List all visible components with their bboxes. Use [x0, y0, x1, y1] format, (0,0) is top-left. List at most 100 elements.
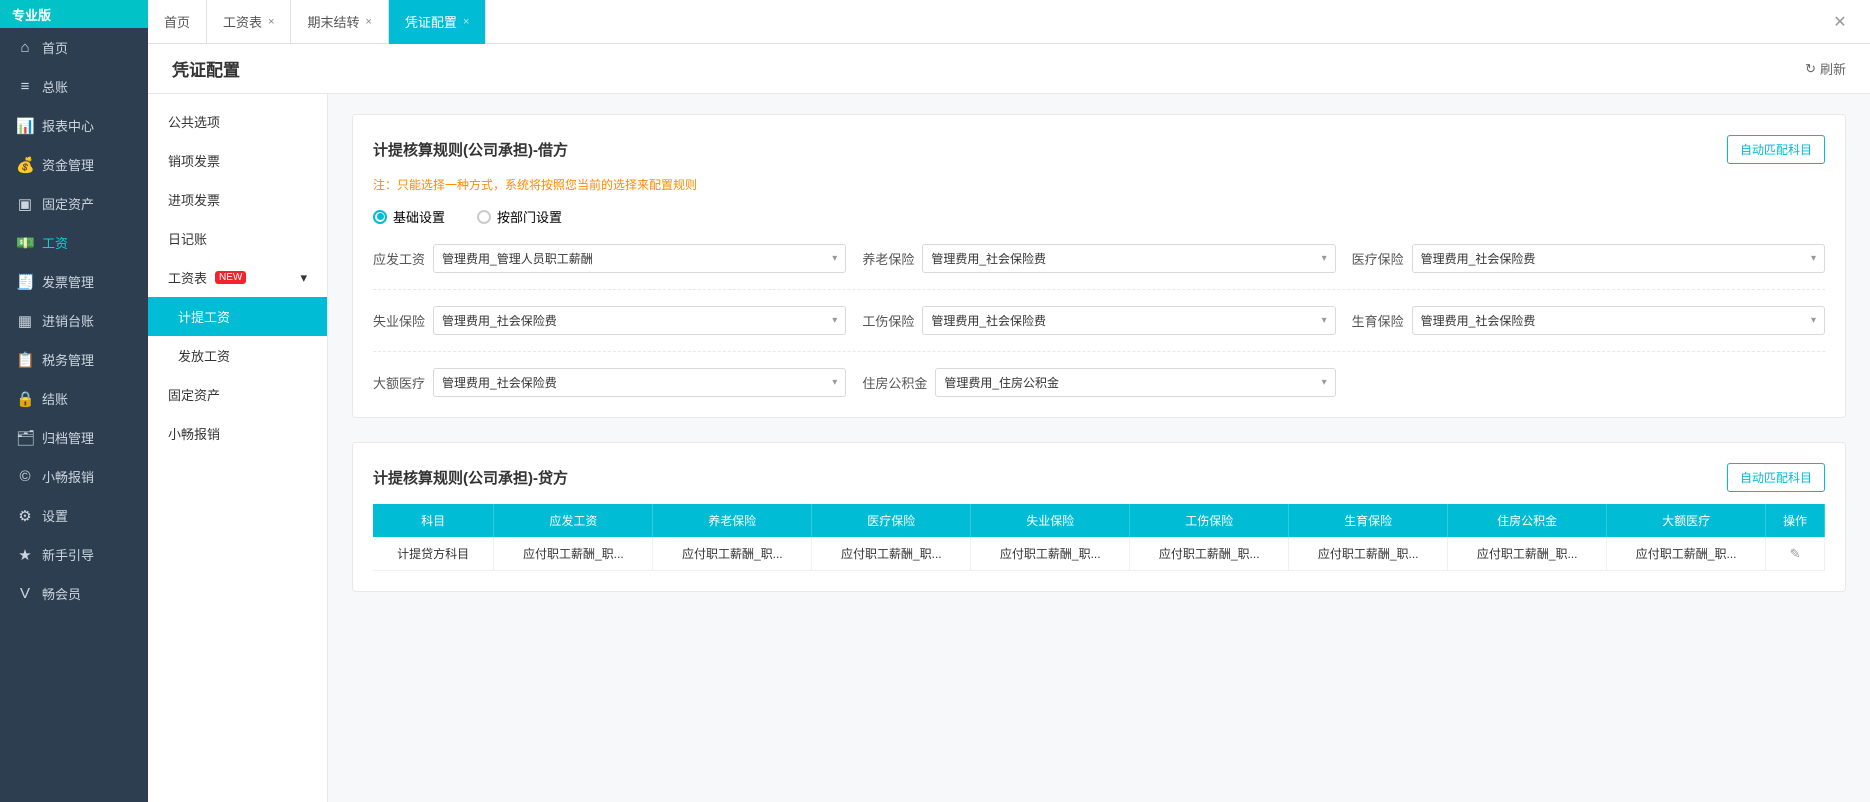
edit-icon[interactable]: ✎	[1790, 546, 1801, 561]
gongjijin-val: 应付职工薪酬_职...	[1477, 547, 1578, 561]
sidebar-item-assets[interactable]: ▣ 固定资产	[0, 184, 148, 223]
sidebar-label-salary: 工资	[42, 233, 68, 252]
assets-icon: ▣	[16, 195, 34, 213]
home-icon: ⌂	[16, 39, 34, 56]
sidebar-item-archive[interactable]: 🗂 归档管理	[0, 418, 148, 457]
sidebar-item-home[interactable]: ⌂ 首页	[0, 28, 148, 67]
form-item-shengyu: 生育保险 管理费用_社会保险费 ▾	[1352, 306, 1825, 335]
nav-label-fixed-assets: 固定资产	[168, 385, 220, 404]
subject-text: 计提贷方科目	[397, 547, 469, 561]
select-shengyu-text: 管理费用_社会保险费	[1421, 312, 1536, 329]
sidebar-label-assets: 固定资产	[42, 194, 94, 213]
radio-dept[interactable]: 按部门设置	[477, 207, 562, 226]
salary-icon: 💵	[16, 234, 34, 252]
nav-item-purchase-invoice[interactable]: 进项发票	[148, 180, 327, 219]
nav-item-sales-invoice[interactable]: 销项发票	[148, 141, 327, 180]
col-yingfa: 应发工资	[494, 504, 653, 537]
sidebar-label-reports: 报表中心	[42, 116, 94, 135]
tab-voucher-config-close[interactable]: ×	[463, 16, 469, 28]
debit-auto-match-button[interactable]: 自动匹配科目	[1727, 135, 1825, 164]
select-yingfa[interactable]: 管理费用_管理人员职工薪酬 ▾	[433, 244, 846, 273]
sidebar-item-guide[interactable]: ★ 新手引导	[0, 535, 148, 574]
yingfa-val: 应付职工薪酬_职...	[523, 547, 624, 561]
yiliao-val: 应付职工薪酬_职...	[841, 547, 942, 561]
select-yanglao-arrow: ▾	[1322, 253, 1327, 264]
xiaochang-icon: ©	[16, 468, 34, 485]
tab-salary-table[interactable]: 工资表 ×	[207, 0, 291, 44]
main-panel: 计提核算规则(公司承担)-借方 自动匹配科目 注：只能选择一种方式，系统将按照您…	[328, 94, 1870, 802]
select-yanglao[interactable]: 管理费用_社会保险费 ▾	[922, 244, 1335, 273]
select-shengyu[interactable]: 管理费用_社会保险费 ▾	[1412, 306, 1825, 335]
tab-bar: 首页 工资表 × 期末结转 × 凭证配置 × ✕	[148, 0, 1870, 44]
nav-item-calc-salary[interactable]: 计提工资	[148, 297, 327, 336]
tab-period-close[interactable]: 期末结转 ×	[291, 0, 388, 44]
nav-item-fixed-assets[interactable]: 固定资产	[148, 375, 327, 414]
nav-item-journal[interactable]: 日记账	[148, 219, 327, 258]
sidebar-label-xiaochang: 小畅报销	[42, 467, 94, 486]
sidebar-item-xiaochang[interactable]: © 小畅报销	[0, 457, 148, 496]
tab-period-close-label: 期末结转	[307, 12, 359, 31]
col-yanglao: 养老保险	[653, 504, 812, 537]
form-item-yingfa: 应发工资 管理费用_管理人员职工薪酬 ▾	[373, 244, 846, 273]
select-shiye-arrow: ▾	[832, 315, 837, 326]
select-shengyu-arrow: ▾	[1811, 315, 1816, 326]
debit-section-header: 计提核算规则(公司承担)-借方 自动匹配科目	[373, 135, 1825, 164]
nav-label-purchase-invoice: 进项发票	[168, 190, 220, 209]
select-daeyiliao[interactable]: 管理费用_社会保险费 ▾	[433, 368, 846, 397]
form-item-yiliao: 医疗保险 管理费用_社会保险费 ▾	[1352, 244, 1825, 273]
sidebar-item-ledger[interactable]: ≡ 总账	[0, 67, 148, 106]
window-close-button[interactable]: ✕	[1826, 8, 1854, 36]
select-gongshang[interactable]: 管理费用_社会保险费 ▾	[922, 306, 1335, 335]
tab-voucher-config[interactable]: 凭证配置 ×	[389, 0, 486, 44]
sidebar-item-invoice[interactable]: 🧾 发票管理	[0, 262, 148, 301]
refresh-button[interactable]: ↻ 刷新	[1805, 59, 1846, 78]
select-shiye[interactable]: 管理费用_社会保险费 ▾	[433, 306, 846, 335]
select-gongjijin[interactable]: 管理费用_住房公积金 ▾	[935, 368, 1335, 397]
debit-section-title: 计提核算规则(公司承担)-借方	[373, 139, 568, 160]
table-header-row: 科目 应发工资 养老保险 医疗保险 失业保险 工伤保险 生育保险 住房公积金 大…	[373, 504, 1825, 537]
nav-item-xiaochangbx[interactable]: 小畅报销	[148, 414, 327, 453]
nav-item-public[interactable]: 公共选项	[148, 102, 327, 141]
guide-icon: ★	[16, 546, 34, 564]
tab-home[interactable]: 首页	[148, 0, 207, 44]
sidebar-item-funds[interactable]: 💰 资金管理	[0, 145, 148, 184]
sidebar-item-settings[interactable]: ⚙ 设置	[0, 496, 148, 535]
nav-label-sales-invoice: 销项发票	[168, 151, 220, 170]
select-shiye-text: 管理费用_社会保险费	[442, 312, 557, 329]
nav-label-xiaochangbx: 小畅报销	[168, 424, 220, 443]
debit-radio-group: 基础设置 按部门设置	[373, 207, 1825, 226]
nav-item-salary-table[interactable]: 工资表 NEW ▾	[148, 258, 327, 297]
table-row: 计提贷方科目 应付职工薪酬_职... 应付职工薪酬_职... 应付职工薪酬_职.…	[373, 537, 1825, 571]
select-yiliao-arrow: ▾	[1811, 253, 1816, 264]
select-daeyiliao-arrow: ▾	[832, 377, 837, 388]
tab-period-close-close[interactable]: ×	[365, 16, 371, 28]
sidebar-item-reports[interactable]: 📊 报表中心	[0, 106, 148, 145]
select-gongjijin-arrow: ▾	[1322, 377, 1327, 388]
tab-salary-table-close[interactable]: ×	[268, 16, 274, 28]
radio-basic-circle	[373, 210, 387, 224]
form-item-gongjijin: 住房公积金 管理费用_住房公积金 ▾	[862, 368, 1335, 397]
sidebar-item-close[interactable]: 🔒 结账	[0, 379, 148, 418]
sidebar: 专业版 ⌂ 首页 ≡ 总账 📊 报表中心 💰 资金管理 ▣ 固定资产 💵 工资 …	[0, 0, 148, 802]
shengyu-val: 应付职工薪酬_职...	[1318, 547, 1419, 561]
sidebar-label-close: 结账	[42, 389, 68, 408]
sidebar-item-tax[interactable]: 📋 税务管理	[0, 340, 148, 379]
credit-auto-match-button[interactable]: 自动匹配科目	[1727, 463, 1825, 492]
stock-icon: ▦	[16, 312, 34, 330]
label-yiliao: 医疗保险	[1352, 249, 1404, 268]
sidebar-item-salary[interactable]: 💵 工资	[0, 223, 148, 262]
sidebar-label-funds: 资金管理	[42, 155, 94, 174]
col-daeyiliao: 大额医疗	[1607, 504, 1766, 537]
cell-action[interactable]: ✎	[1766, 537, 1825, 571]
invoice-icon: 🧾	[16, 273, 34, 291]
credit-table: 科目 应发工资 养老保险 医疗保险 失业保险 工伤保险 生育保险 住房公积金 大…	[373, 504, 1825, 571]
sidebar-item-stock[interactable]: ▦ 进销台账	[0, 301, 148, 340]
radio-basic[interactable]: 基础设置	[373, 207, 445, 226]
col-shiye: 失业保险	[971, 504, 1130, 537]
sidebar-item-member[interactable]: V 畅会员	[0, 574, 148, 613]
sidebar-label-invoice: 发票管理	[42, 272, 94, 291]
tab-salary-table-label: 工资表	[223, 12, 262, 31]
cell-shiye: 应付职工薪酬_职...	[971, 537, 1130, 571]
select-yiliao[interactable]: 管理费用_社会保险费 ▾	[1412, 244, 1825, 273]
nav-item-pay-salary[interactable]: 发放工资	[148, 336, 327, 375]
